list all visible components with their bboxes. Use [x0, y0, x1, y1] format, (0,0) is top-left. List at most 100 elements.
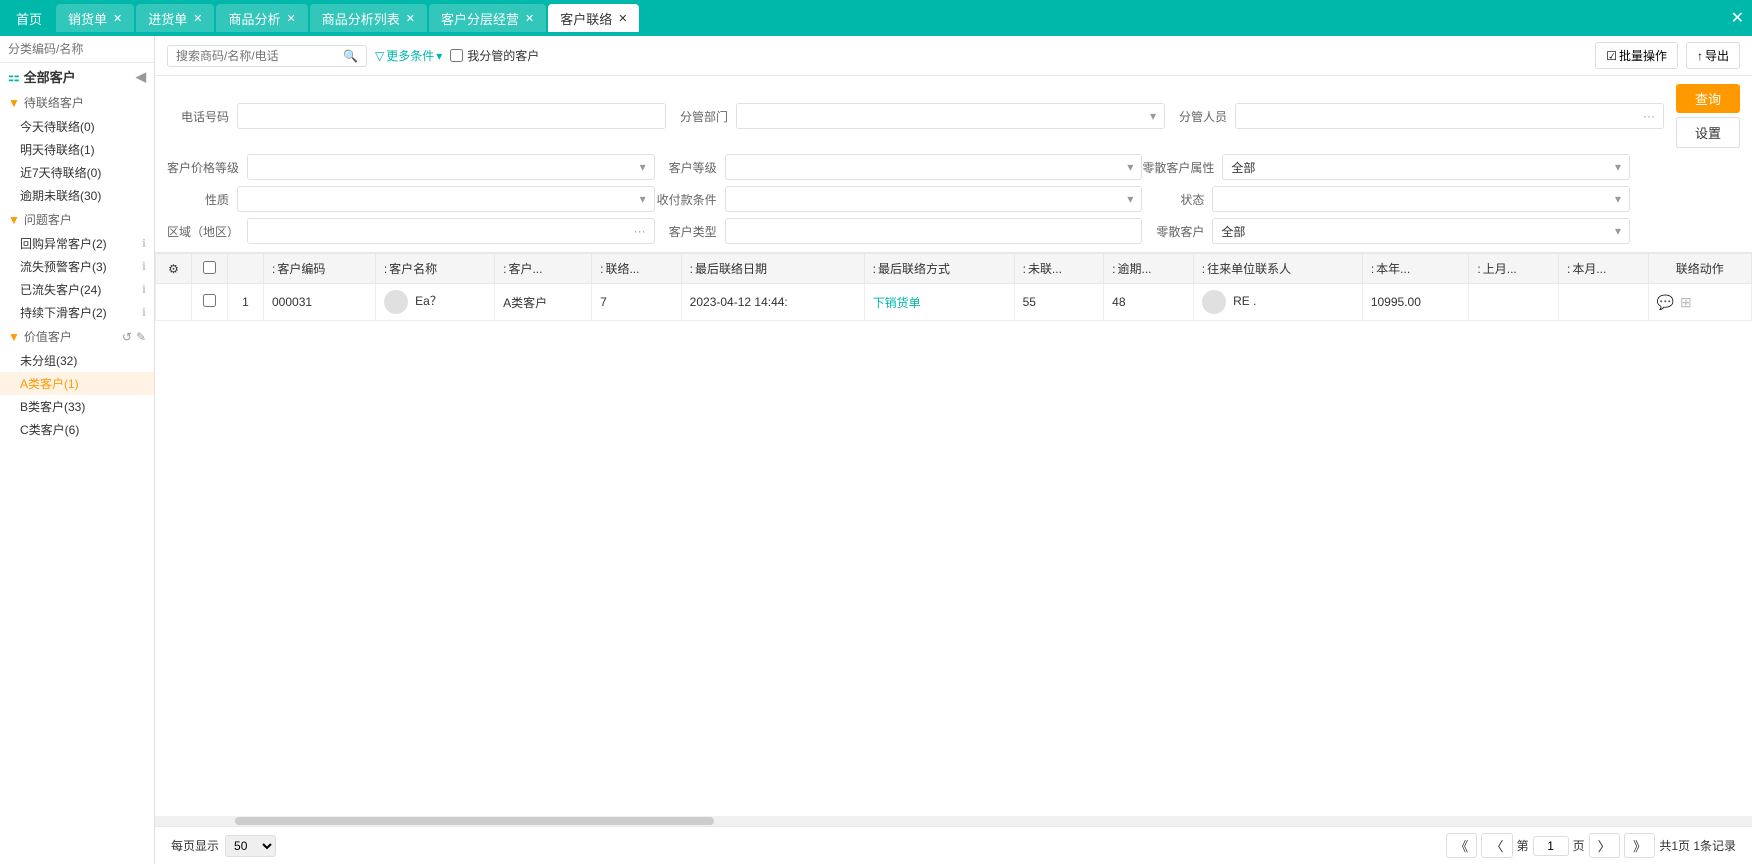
tab-purchase-label: 进货单: [148, 9, 187, 28]
th-last-month[interactable]: :上月...: [1469, 254, 1559, 284]
select-all-checkbox[interactable]: [203, 261, 216, 274]
export-button[interactable]: ↑ 导出: [1686, 42, 1740, 69]
filter-input-customer-type[interactable]: [725, 218, 1143, 244]
th-overdue[interactable]: :逾期...: [1104, 254, 1194, 284]
page-number-input[interactable]: [1533, 836, 1569, 856]
tab-goods-analysis-label: 商品分析: [228, 9, 280, 28]
filter-input-status[interactable]: ▾: [1212, 186, 1630, 212]
sidebar-item-tomorrow[interactable]: 明天待联络(1): [0, 138, 154, 161]
th-no-contact[interactable]: :未联...: [1014, 254, 1104, 284]
th-contact[interactable]: :联络...: [592, 254, 682, 284]
sidebar-item-class-a[interactable]: A类客户(1): [0, 372, 154, 395]
tab-sales-order[interactable]: 销货单 ✕: [56, 4, 134, 32]
filter-more-button[interactable]: ▽ 更多条件 ▾: [375, 47, 442, 64]
tab-goods-analysis-close[interactable]: ✕: [287, 12, 296, 25]
tab-purchase[interactable]: 进货单 ✕: [136, 4, 214, 32]
tab-goods-list[interactable]: 商品分析列表 ✕: [310, 4, 427, 32]
my-customers-filter[interactable]: 我分管的客户: [450, 47, 539, 64]
last-page-button[interactable]: 》: [1624, 833, 1655, 858]
filter-input-region[interactable]: ···: [247, 218, 655, 244]
th-this-month[interactable]: :本月...: [1558, 254, 1648, 284]
sidebar-item-churned[interactable]: 已流失客户(24) ℹ: [0, 278, 154, 301]
tab-customer-segment[interactable]: 客户分层经营 ✕: [429, 4, 546, 32]
my-customers-checkbox[interactable]: [450, 49, 463, 62]
filter-more-label: 更多条件: [386, 47, 434, 64]
sidebar-group-problem[interactable]: ▼ 问题客户: [0, 207, 154, 232]
last-contact-method-link[interactable]: 下销货单: [873, 296, 921, 310]
sidebar-collapse-icon[interactable]: ◀: [136, 69, 146, 85]
tab-bar: 首页 销货单 ✕ 进货单 ✕ 商品分析 ✕ 商品分析列表 ✕ 客户分层经营 ✕ …: [0, 0, 1752, 36]
filter-icon: ▽: [375, 49, 384, 63]
tab-sales-close[interactable]: ✕: [113, 12, 122, 25]
th-this-year[interactable]: :本年...: [1362, 254, 1469, 284]
row-checkbox[interactable]: [203, 294, 216, 307]
search-icon[interactable]: 🔍: [343, 49, 358, 63]
th-settings[interactable]: ⚙: [156, 254, 192, 284]
tab-goods-analysis[interactable]: 商品分析 ✕: [216, 4, 307, 32]
filter-input-dept[interactable]: ▾: [736, 103, 1165, 129]
first-page-button[interactable]: 《: [1446, 833, 1477, 858]
horizontal-scrollbar[interactable]: [155, 816, 1752, 826]
sidebar-value-refresh-icon[interactable]: ↺: [122, 330, 132, 344]
filter-label-retail: 零散客户: [1142, 223, 1212, 240]
status-dropdown-icon: ▾: [1615, 192, 1621, 206]
my-customers-label: 我分管的客户: [467, 47, 539, 64]
filter-input-phone[interactable]: [237, 103, 666, 129]
tab-home[interactable]: 首页: [4, 4, 54, 32]
th-type[interactable]: :客户...: [495, 254, 592, 284]
tab-customer-contact[interactable]: 客户联络 ✕: [548, 4, 639, 32]
window-close-button[interactable]: ✕: [1731, 8, 1744, 28]
filter-input-grade[interactable]: ▾: [725, 154, 1143, 180]
next-page-button[interactable]: 〉: [1589, 833, 1620, 858]
filter-input-nature[interactable]: ▾: [237, 186, 655, 212]
qr-icon[interactable]: ⊞: [1680, 294, 1692, 311]
batch-operation-button[interactable]: ☑ 批量操作: [1595, 42, 1678, 69]
filter-input-retail-attr[interactable]: 全部▾: [1222, 154, 1630, 180]
th-company-contact[interactable]: :往来单位联系人: [1193, 254, 1362, 284]
filter-input-payment[interactable]: ▾: [725, 186, 1143, 212]
search-input[interactable]: [176, 49, 343, 63]
sidebar-item-repurchase-abnormal[interactable]: 回购异常客户(2) ℹ: [0, 232, 154, 255]
sidebar-item-declining[interactable]: 持续下滑客户(2) ℹ: [0, 301, 154, 324]
search-box: 🔍: [167, 45, 367, 67]
filter-field-nature: 性质 ▾: [167, 186, 655, 212]
sidebar-item-churn-warning[interactable]: 流失预警客户(3) ℹ: [0, 255, 154, 278]
filter-row-4: 区域（地区） ··· 客户类型 零散客户 全部▾: [167, 218, 1740, 244]
sidebar-item-class-c[interactable]: C类客户(6): [0, 418, 154, 441]
sidebar-group-value[interactable]: ▼ 价值客户 ↺ ✎: [0, 324, 154, 349]
chat-icon[interactable]: 💬: [1657, 294, 1674, 311]
sidebar-item-unclassified[interactable]: 未分组(32): [0, 349, 154, 372]
th-last-contact-date[interactable]: :最后联络日期: [681, 254, 864, 284]
sidebar-item-today[interactable]: 今天待联络(0): [0, 115, 154, 138]
sidebar-search-input[interactable]: [8, 42, 155, 56]
tab-purchase-close[interactable]: ✕: [193, 12, 202, 25]
filter-field-grade: 客户等级 ▾: [655, 154, 1143, 180]
total-pages-label: 页: [1573, 837, 1585, 854]
setting-button[interactable]: 设置: [1676, 117, 1740, 148]
sidebar-all-customers[interactable]: ⚏ 全部客户 ◀: [0, 63, 154, 90]
hscroll-thumb[interactable]: [235, 817, 714, 825]
filter-input-retail[interactable]: 全部▾: [1212, 218, 1630, 244]
filter-input-price-grade[interactable]: ▾: [247, 154, 655, 180]
sidebar-item-class-b[interactable]: B类客户(33): [0, 395, 154, 418]
prev-page-button[interactable]: 〈: [1481, 833, 1512, 858]
customer-table: ⚙ :客户编码 :客户名称 :客户... :联络... :最后联络日期 :最后联…: [155, 253, 1752, 321]
filter-dropdown-icon: ▾: [436, 49, 442, 63]
tab-goods-list-close[interactable]: ✕: [406, 12, 415, 25]
query-button[interactable]: 查询: [1676, 84, 1740, 113]
tab-customer-contact-close[interactable]: ✕: [618, 12, 627, 25]
export-label: 导出: [1705, 47, 1729, 64]
tab-home-label: 首页: [16, 9, 42, 28]
tab-customer-segment-close[interactable]: ✕: [525, 12, 534, 25]
th-last-contact-method[interactable]: :最后联络方式: [864, 254, 1014, 284]
page-size-select[interactable]: 50 20 100: [225, 835, 276, 857]
sidebar-item-overdue[interactable]: 逾期未联络(30): [0, 184, 154, 207]
filter-field-price-grade: 客户价格等级 ▾: [167, 154, 655, 180]
sidebar-item-7days[interactable]: 近7天待联络(0): [0, 161, 154, 184]
filter-input-person[interactable]: ···: [1235, 103, 1664, 129]
sidebar-group-pending[interactable]: ▼ 待联络客户: [0, 90, 154, 115]
sidebar-arrow-pending: ▼: [8, 96, 20, 110]
th-name[interactable]: :客户名称: [375, 254, 494, 284]
th-code[interactable]: :客户编码: [264, 254, 376, 284]
sidebar-value-edit-icon[interactable]: ✎: [136, 330, 146, 344]
